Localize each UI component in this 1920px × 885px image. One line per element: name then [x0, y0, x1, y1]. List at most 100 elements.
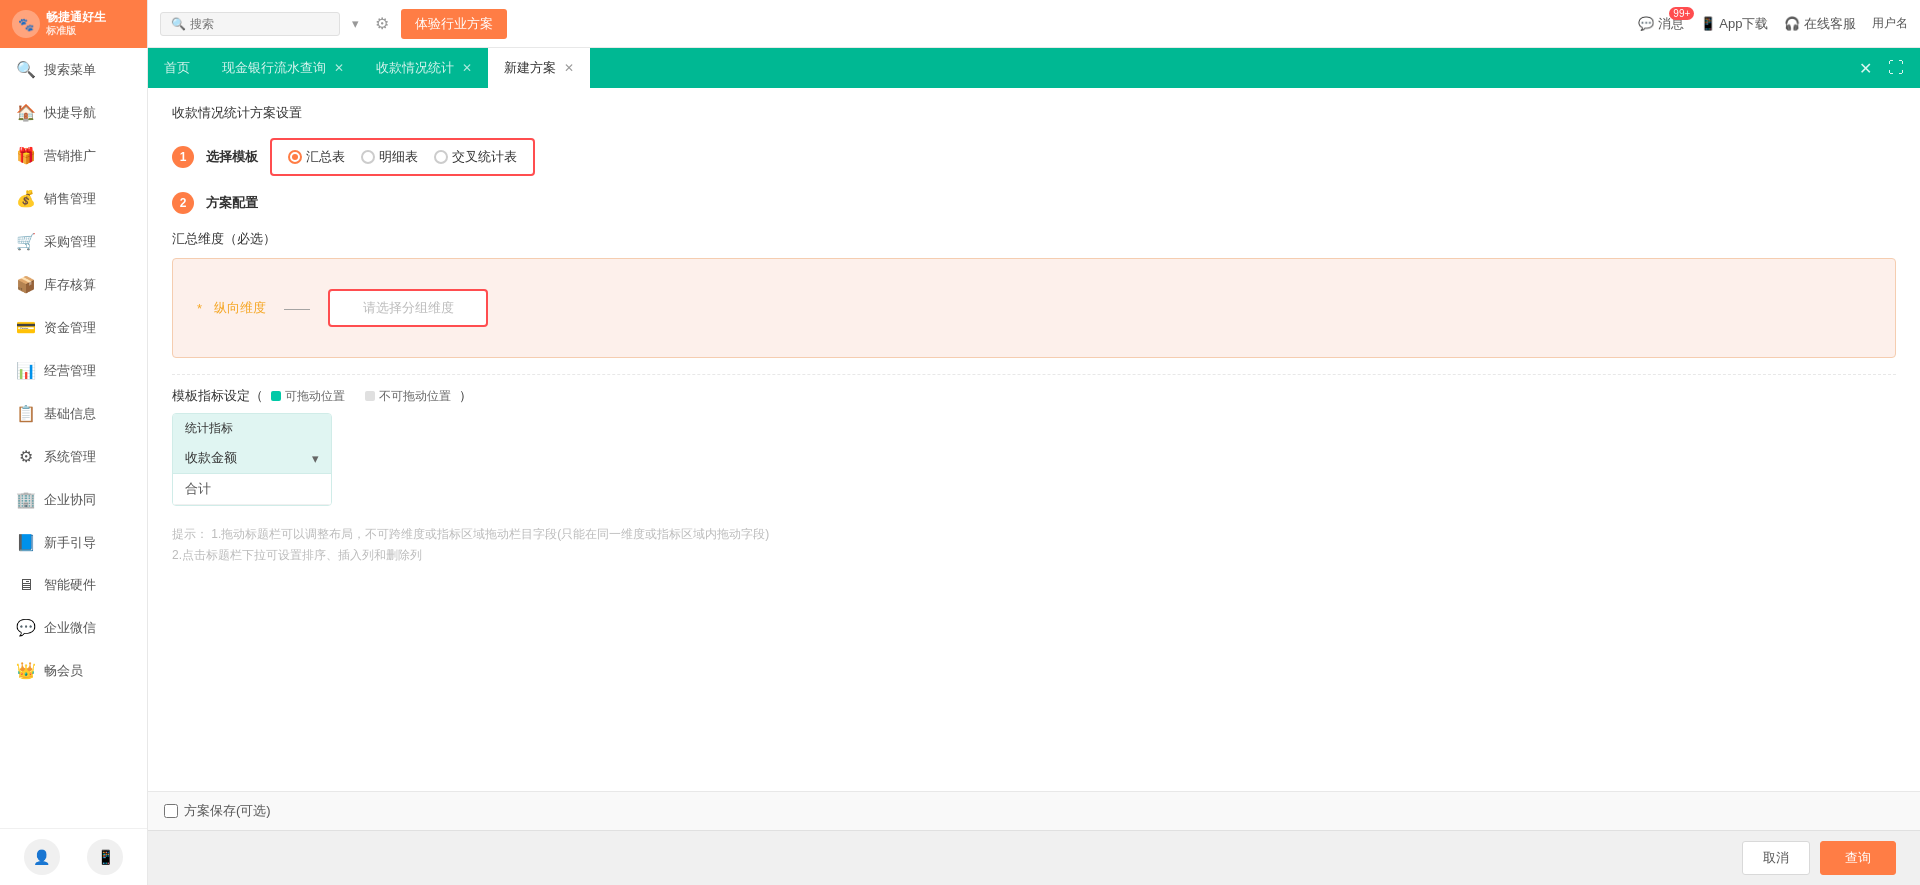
- radio-summary-circle: [288, 150, 302, 164]
- sidebar-bottom-btn-right[interactable]: 📱: [87, 839, 123, 875]
- stats-table: 统计指标 收款金额 ▾ 合计: [172, 413, 332, 506]
- dropdown-arrow-icon[interactable]: ▾: [348, 12, 363, 35]
- section2-num: 2: [172, 192, 194, 214]
- user-name: 用户名: [1872, 15, 1908, 32]
- dim-select-placeholder: 请选择分组维度: [363, 300, 454, 315]
- sidebar-item-purchase[interactable]: 🛒 采购管理: [0, 220, 147, 263]
- search-input[interactable]: [190, 17, 329, 31]
- sidebar-item-label: 库存核算: [44, 276, 96, 294]
- sidebar-item-enterprise[interactable]: 🏢 企业协同: [0, 478, 147, 521]
- tab-new-plan-close[interactable]: ✕: [564, 61, 574, 75]
- tab-receipt-stats-label: 收款情况统计: [376, 59, 454, 77]
- sidebar-item-label: 畅会员: [44, 662, 83, 680]
- logo-icon: 🐾: [12, 10, 40, 38]
- cancel-button[interactable]: 取消: [1742, 841, 1810, 875]
- section2-title: 方案配置: [206, 194, 258, 212]
- sidebar-item-management[interactable]: 📊 经营管理: [0, 349, 147, 392]
- save-plan-label: 方案保存(可选): [184, 802, 271, 820]
- edition-label: 标准版: [46, 24, 106, 38]
- sidebar-item-inventory[interactable]: 📦 库存核算: [0, 263, 147, 306]
- sidebar-item-label: 搜索菜单: [44, 61, 96, 79]
- stats-section-header: 统计指标: [173, 414, 331, 443]
- sidebar-item-wechat[interactable]: 💬 企业微信: [0, 606, 147, 649]
- industry-btn[interactable]: 体验行业方案: [401, 9, 507, 39]
- radio-summary[interactable]: 汇总表: [288, 148, 345, 166]
- sidebar-item-finance[interactable]: 💳 资金管理: [0, 306, 147, 349]
- radio-cross-circle: [434, 150, 448, 164]
- sidebar-item-label: 经营管理: [44, 362, 96, 380]
- service-label[interactable]: 🎧 在线客服: [1784, 15, 1856, 33]
- finance-icon: 💳: [16, 318, 36, 337]
- metrics-config-close-paren: ）: [459, 387, 472, 405]
- sidebar-item-sales[interactable]: 💰 销售管理: [0, 177, 147, 220]
- metrics-config-label: 模板指标设定（: [172, 387, 263, 405]
- tab-receipt-stats[interactable]: 收款情况统计 ✕: [360, 48, 488, 88]
- member-icon: 👑: [16, 661, 36, 680]
- search-icon: 🔍: [171, 17, 186, 31]
- sidebar-item-label: 销售管理: [44, 190, 96, 208]
- sidebar-item-label: 企业微信: [44, 619, 96, 637]
- sidebar-item-search-menu[interactable]: 🔍 搜索菜单: [0, 48, 147, 91]
- radio-cross[interactable]: 交叉统计表: [434, 148, 517, 166]
- tab-home[interactable]: 首页: [148, 48, 206, 88]
- tab-expand-icon[interactable]: ⛶: [1884, 57, 1908, 79]
- save-plan-checkbox[interactable]: [164, 804, 178, 818]
- radio-detail[interactable]: 明细表: [361, 148, 418, 166]
- radio-detail-circle: [361, 150, 375, 164]
- sidebar-item-guide[interactable]: 📘 新手引导: [0, 521, 147, 564]
- section1-row: 1 选择模板 汇总表 明细表 交叉统计表: [172, 138, 1896, 176]
- radio-detail-label: 明细表: [379, 148, 418, 166]
- gear-icon[interactable]: ⚙: [371, 10, 393, 37]
- tab-cash-flow[interactable]: 现金银行流水查询 ✕: [206, 48, 360, 88]
- sidebar-item-label: 系统管理: [44, 448, 96, 466]
- logo-text: 畅捷通好生: [46, 10, 106, 24]
- legend-movable: 可拖动位置: [271, 388, 345, 405]
- sidebar-item-quick-nav[interactable]: 🏠 快捷导航: [0, 91, 147, 134]
- tab-cash-flow-close[interactable]: ✕: [334, 61, 344, 75]
- tab-receipt-stats-close[interactable]: ✕: [462, 61, 472, 75]
- sidebar-item-base-info[interactable]: 📋 基础信息: [0, 392, 147, 435]
- metrics-label-row: 模板指标设定（ 可拖动位置 不可拖动位置 ）: [172, 387, 1896, 405]
- management-icon: 📊: [16, 361, 36, 380]
- notification-count: 99+: [1669, 7, 1694, 20]
- notification-badge[interactable]: 💬 消息 99+: [1638, 15, 1684, 33]
- topbar-search-box[interactable]: 🔍: [160, 12, 340, 36]
- stats-cell-revenue[interactable]: 收款金额 ▾: [173, 443, 331, 474]
- tabbar: 首页 现金银行流水查询 ✕ 收款情况统计 ✕ 新建方案 ✕ ✕ ⛶: [148, 48, 1920, 88]
- wechat-icon: 💬: [16, 618, 36, 637]
- tip1: 提示： 1.拖动标题栏可以调整布局，不可跨维度或指标区域拖动栏目字段(只能在同一…: [172, 526, 1896, 543]
- tab-close-all-icon[interactable]: ✕: [1855, 57, 1876, 80]
- metrics-dropdown-icon: ▾: [312, 451, 319, 466]
- tab-new-plan[interactable]: 新建方案 ✕: [488, 48, 590, 88]
- query-button[interactable]: 查询: [1820, 841, 1896, 875]
- metrics-config-sep: [353, 389, 357, 404]
- sidebar-bottom-btn-left[interactable]: 👤: [24, 839, 60, 875]
- tab-cash-flow-label: 现金银行流水查询: [222, 59, 326, 77]
- footer: 方案保存(可选): [148, 791, 1920, 830]
- sidebar-item-label: 营销推广: [44, 147, 96, 165]
- sidebar-item-smart-hw[interactable]: 🖥 智能硬件: [0, 564, 147, 606]
- sidebar-item-label: 快捷导航: [44, 104, 96, 122]
- section2-row: 2 方案配置: [172, 192, 1896, 214]
- quick-nav-icon: 🏠: [16, 103, 36, 122]
- sidebar-item-label: 资金管理: [44, 319, 96, 337]
- system-icon: ⚙: [16, 447, 36, 466]
- stats-row-total: 合计: [173, 474, 331, 505]
- radio-summary-label: 汇总表: [306, 148, 345, 166]
- dimension-title: 汇总维度（必选）: [172, 230, 1896, 248]
- dim-required-marker: *: [197, 301, 202, 316]
- guide-icon: 📘: [16, 533, 36, 552]
- radio-cross-label: 交叉统计表: [452, 148, 517, 166]
- template-radio-group: 汇总表 明细表 交叉统计表: [288, 148, 517, 166]
- sidebar-item-marketing[interactable]: 🎁 营销推广: [0, 134, 147, 177]
- dim-select-box[interactable]: 请选择分组维度: [328, 289, 488, 327]
- movable-dot: [271, 391, 281, 401]
- download-label[interactable]: 📱 App下载: [1700, 15, 1768, 33]
- sidebar-item-member[interactable]: 👑 畅会员: [0, 649, 147, 692]
- sidebar-item-system[interactable]: ⚙ 系统管理: [0, 435, 147, 478]
- tabbar-controls: ✕ ⛶: [1855, 57, 1920, 80]
- template-selection-box: 汇总表 明细表 交叉统计表: [270, 138, 535, 176]
- page-title: 收款情况统计方案设置: [172, 104, 1896, 122]
- dim-arrow-icon: ——: [284, 301, 310, 316]
- sidebar-item-label: 基础信息: [44, 405, 96, 423]
